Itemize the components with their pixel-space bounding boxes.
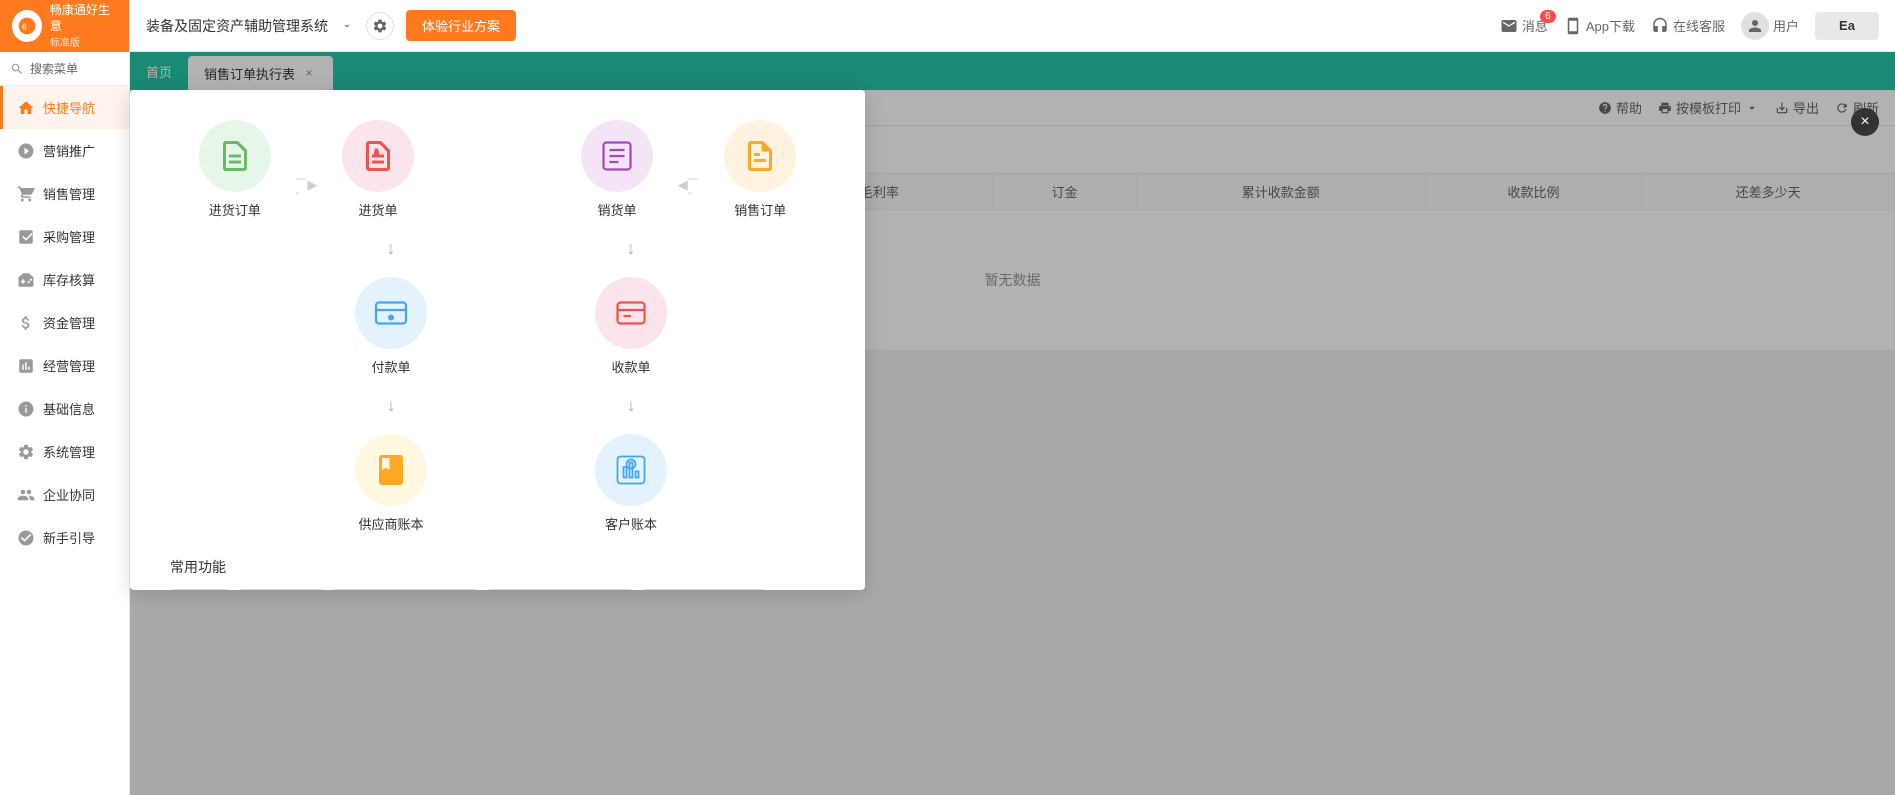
settings-button[interactable]: [366, 12, 394, 40]
flow-row-2: 付款单 收款单: [170, 277, 825, 376]
common-functions-section: 常用功能 商品 往来单位 现存量(库存状况表) 现存量(库存分布表) 销售毛利分…: [170, 557, 825, 590]
search-menu[interactable]: 搜索菜单: [0, 52, 129, 86]
sidebar-item-label-system: 系统管理: [43, 442, 95, 461]
sidebar-item-label-marketing: 营销推广: [43, 141, 95, 160]
flow-row-3: 供应商账本 客户账本: [170, 434, 825, 533]
down-arrow-purchase-bill: ↓: [387, 239, 396, 257]
down-arrow-payment-bill: ↓: [387, 396, 396, 414]
flow-item-customer-ledger[interactable]: 客户账本: [566, 434, 696, 533]
flow-circle-sales-order: [724, 120, 796, 192]
flow-label-supplier-ledger: 供应商账本: [358, 514, 423, 533]
flow-item-sales-order[interactable]: 销售订单: [696, 120, 825, 219]
header-right: 消息 6 App下载 在线客服 用户 Ea: [1500, 12, 1879, 40]
func-btn-3[interactable]: 现存量(库存分布表): [487, 589, 634, 590]
message-badge: 6: [1540, 10, 1556, 23]
user-avatar-button[interactable]: 用户: [1741, 12, 1799, 40]
message-button[interactable]: 消息 6: [1500, 16, 1548, 35]
sidebar-item-marketing[interactable]: 营销推广: [0, 129, 129, 172]
down-arrow-row-2: ↓ ↓: [170, 396, 825, 414]
flow-circle-purchase-order: [199, 120, 271, 192]
common-functions-grid: 商品 往来单位 现存量(库存状况表) 现存量(库存分布表) 销售毛利分析表 商品…: [170, 589, 825, 590]
quick-nav-modal: 进货订单 - - - - ▶ 进货单: [130, 90, 865, 590]
func-btn-2[interactable]: 现存量(库存状况表): [332, 589, 479, 590]
sidebar-nav: 快捷导航 营销推广 销售管理 采购管理 库存核算 资金管理 经营管理 基础信息: [0, 86, 129, 795]
sidebar-item-label-quick-nav: 快捷导航: [43, 98, 95, 117]
flow-item-purchase-order[interactable]: 进货订单: [170, 120, 299, 219]
sidebar-item-cooperation[interactable]: 企业协同: [0, 473, 129, 516]
func-btn-1[interactable]: 往来单位: [238, 589, 324, 590]
flow-label-purchase-order: 进货订单: [209, 200, 261, 219]
main-header: 装备及固定资产辅助管理系统 体验行业方案 消息 6 App下载 在线客服 用户 …: [130, 0, 1895, 52]
system-title: 装备及固定资产辅助管理系统: [146, 16, 328, 36]
flow-label-purchase-bill: 进货单: [359, 200, 398, 219]
flow-row-1: 进货订单 - - - - ▶ 进货单: [170, 120, 825, 219]
flow-circle-sales-bill: [581, 120, 653, 192]
online-service-button[interactable]: 在线客服: [1651, 16, 1725, 35]
sidebar-item-label-guide: 新手引导: [43, 528, 95, 547]
flow-label-sales-bill: 销货单: [597, 200, 636, 219]
app-subtitle: 标准版: [50, 34, 117, 49]
sidebar-item-label-sales: 销售管理: [43, 184, 95, 203]
sidebar-item-guide[interactable]: 新手引导: [0, 516, 129, 559]
flow-circle-purchase-bill: [342, 120, 414, 192]
sidebar-item-inventory[interactable]: 库存核算: [0, 258, 129, 301]
svg-text:6: 6: [22, 21, 27, 31]
app-download-label: App下载: [1586, 16, 1635, 35]
common-functions-title: 常用功能: [170, 557, 825, 577]
sidebar-item-sales[interactable]: 销售管理: [0, 172, 129, 215]
sidebar-item-label-operation: 经营管理: [43, 356, 95, 375]
sidebar-item-basic-info[interactable]: 基础信息: [0, 387, 129, 430]
sidebar-item-label-basic-info: 基础信息: [43, 399, 95, 418]
down-arrow-row-1: ↓ ↓: [170, 239, 825, 257]
modal-overlay: 进货订单 - - - - ▶ 进货单: [130, 52, 1895, 795]
flow-item-payment-bill[interactable]: 付款单: [326, 277, 456, 376]
flow-label-payment-bill: 付款单: [371, 357, 410, 376]
flow-item-purchase-bill[interactable]: 进货单: [313, 120, 442, 219]
sidebar-item-label-inventory: 库存核算: [43, 270, 95, 289]
sidebar-item-label-purchase: 采购管理: [43, 227, 95, 246]
flow-container: 进货订单 - - - - ▶ 进货单: [170, 120, 825, 533]
down-arrow-sales-bill: ↓: [627, 239, 636, 257]
sidebar-item-purchase[interactable]: 采购管理: [0, 215, 129, 258]
user-label: 用户: [1773, 16, 1799, 35]
flow-item-receipt-bill[interactable]: 收款单: [566, 277, 696, 376]
system-dropdown[interactable]: [340, 19, 354, 33]
user-avatar: [1741, 12, 1769, 40]
sidebar: 6 畅康通好生意 标准版 搜索菜单 快捷导航 营销推广 销售管理 采购管理 库存…: [0, 0, 130, 795]
sidebar-logo: 6 畅康通好生意 标准版: [0, 0, 129, 52]
flow-circle-customer-ledger: [595, 434, 667, 506]
flow-circle-supplier-ledger: [355, 434, 427, 506]
flow-circle-receipt-bill: [595, 277, 667, 349]
func-btn-0[interactable]: 商品: [170, 589, 230, 590]
flow-label-receipt-bill: 收款单: [611, 357, 650, 376]
online-service-label: 在线客服: [1673, 16, 1725, 35]
logo-icon: 6: [12, 10, 42, 42]
sidebar-item-system[interactable]: 系统管理: [0, 430, 129, 473]
down-arrow-receipt-bill: ↓: [627, 396, 636, 414]
flow-item-supplier-ledger[interactable]: 供应商账本: [326, 434, 456, 533]
app-download-button[interactable]: App下载: [1564, 16, 1635, 35]
sidebar-item-label-finance: 资金管理: [43, 313, 95, 332]
sidebar-item-finance[interactable]: 资金管理: [0, 301, 129, 344]
ea-label: Ea: [1815, 12, 1879, 40]
func-btn-4[interactable]: 销售毛利分析表: [641, 589, 766, 590]
sidebar-item-label-cooperation: 企业协同: [43, 485, 95, 504]
app-name: 畅康通好生意: [50, 3, 117, 34]
modal-close-button[interactable]: ×: [1851, 108, 1879, 136]
sidebar-item-quick-nav[interactable]: 快捷导航: [0, 86, 129, 129]
search-menu-label: 搜索菜单: [30, 60, 78, 77]
trial-button[interactable]: 体验行业方案: [406, 10, 516, 41]
flow-label-sales-order: 销售订单: [734, 200, 786, 219]
flow-circle-payment-bill: [355, 277, 427, 349]
flow-label-customer-ledger: 客户账本: [605, 514, 657, 533]
sidebar-item-operation[interactable]: 经营管理: [0, 344, 129, 387]
flow-item-sales-bill[interactable]: 销货单: [552, 120, 681, 219]
